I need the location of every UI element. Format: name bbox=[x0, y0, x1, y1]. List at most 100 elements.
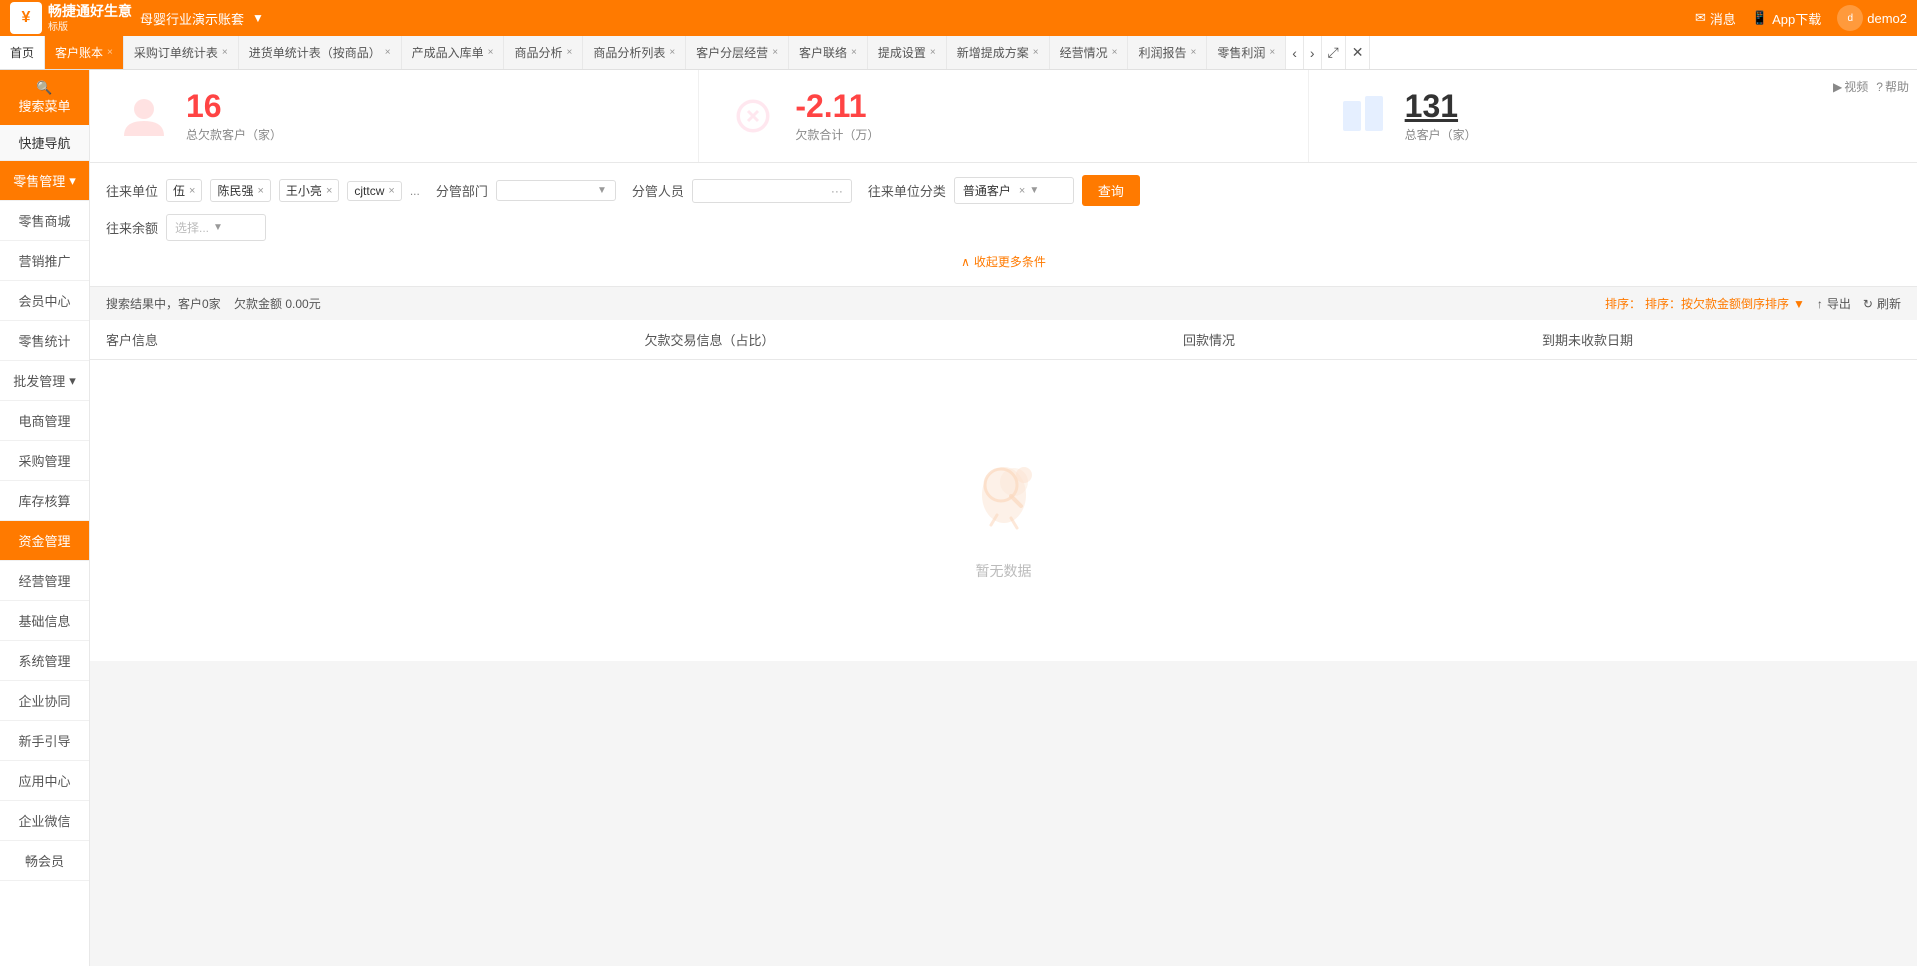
unit-type-clear[interactable]: × bbox=[1019, 185, 1025, 197]
tab-home[interactable]: 首页 bbox=[0, 36, 45, 70]
sidebar-item-retail-mall[interactable]: 零售商城 bbox=[0, 201, 89, 241]
sidebar-item-purchase[interactable]: 采购管理 bbox=[0, 441, 89, 481]
refresh-btn[interactable]: ↻ 刷新 bbox=[1863, 295, 1901, 312]
unit-type-arrow: ▼ bbox=[1029, 185, 1039, 196]
tag-wang-remove[interactable]: × bbox=[326, 185, 332, 197]
unit-type-select[interactable]: 普通客户 × ▼ bbox=[954, 177, 1074, 204]
sidebar-item-enterprise[interactable]: 企业协同 bbox=[0, 681, 89, 721]
tab-close-promotion-settings[interactable]: × bbox=[930, 47, 936, 58]
sidebar-quick-nav[interactable]: 快捷导航 bbox=[0, 125, 89, 161]
dept-filter-select[interactable]: ▼ bbox=[496, 180, 616, 201]
logo-area: ¥ 畅捷通好生意 标版 bbox=[10, 2, 132, 34]
tab-promotion-settings[interactable]: 提成设置 × bbox=[868, 36, 947, 70]
tab-close-purchase-stats[interactable]: × bbox=[385, 47, 391, 58]
tab-close-customer-layer[interactable]: × bbox=[772, 47, 778, 58]
tab-business-status[interactable]: 经营情况 × bbox=[1050, 36, 1129, 70]
sidebar-item-finance[interactable]: 资金管理 bbox=[0, 521, 89, 561]
sidebar-item-retail-stats[interactable]: 零售统计 bbox=[0, 321, 89, 361]
video-link[interactable]: ▶ 视频 bbox=[1833, 78, 1868, 95]
account-dropdown[interactable]: 母婴行业演示账套 bbox=[140, 9, 244, 28]
sidebar-item-enterprise-wechat[interactable]: 企业微信 bbox=[0, 801, 89, 841]
tab-close-all[interactable]: ✕ bbox=[1346, 36, 1371, 70]
tab-close-retail-profit[interactable]: × bbox=[1269, 47, 1275, 58]
app-download-btn[interactable]: 📱 App下载 bbox=[1752, 9, 1821, 28]
logo-text: 畅捷通好生意 标版 bbox=[48, 2, 132, 33]
collapse-btn[interactable]: ∧ 收起更多条件 bbox=[961, 253, 1046, 270]
tag-chen[interactable]: 陈民强 × bbox=[210, 179, 270, 202]
sidebar-item-retail-label: 零售管理 bbox=[13, 171, 65, 190]
staff-input-more[interactable]: ··· bbox=[831, 184, 843, 198]
user-menu[interactable]: d demo2 bbox=[1837, 5, 1907, 31]
tab-close-business-status[interactable]: × bbox=[1112, 47, 1118, 58]
tab-close-goods-analysis[interactable]: × bbox=[566, 47, 572, 58]
question-icon: ? bbox=[1876, 80, 1883, 94]
staff-filter-label: 分管人员 bbox=[632, 181, 684, 200]
sidebar-search[interactable]: 🔍 搜索菜单 bbox=[0, 70, 89, 125]
tab-produce-in[interactable]: 产成品入库单 × bbox=[402, 36, 505, 70]
chevron-down-icon: ▾ bbox=[69, 173, 76, 189]
sidebar-item-retail[interactable]: 零售管理 ▾ bbox=[0, 161, 89, 201]
sidebar-item-member[interactable]: 会员中心 bbox=[0, 281, 89, 321]
tag-chen-remove[interactable]: × bbox=[257, 185, 263, 197]
sidebar-item-newbie[interactable]: 新手引导 bbox=[0, 721, 89, 761]
tag-wang[interactable]: 王小亮 × bbox=[279, 179, 339, 202]
tag-cjttcw[interactable]: cjttcw × bbox=[347, 181, 401, 201]
tab-purchase-order[interactable]: 采购订单统计表 × bbox=[124, 36, 239, 70]
unit-type-selected: 普通客户 bbox=[963, 182, 1011, 199]
tab-close-produce-in[interactable]: × bbox=[488, 47, 494, 58]
help-link[interactable]: ? 帮助 bbox=[1876, 78, 1909, 95]
tab-close-purchase-order[interactable]: × bbox=[222, 47, 228, 58]
filter-area: 往来单位 伍 × 陈民强 × 王小亮 × cjttcw × ... bbox=[90, 163, 1917, 287]
sidebar-item-system[interactable]: 系统管理 bbox=[0, 641, 89, 681]
sidebar-item-business-mgmt[interactable]: 经营管理 bbox=[0, 561, 89, 601]
top-bar-right: ✉ 消息 📱 App下载 d demo2 bbox=[1695, 5, 1907, 31]
tab-close-customer-capital[interactable]: × bbox=[107, 47, 113, 58]
tab-close-customer-contact[interactable]: × bbox=[851, 47, 857, 58]
tab-new-promotion[interactable]: 新增提成方案 × bbox=[947, 36, 1050, 70]
tag-wu-remove[interactable]: × bbox=[189, 185, 195, 197]
sort-select[interactable]: 排序： 排序：按欠款金额倒序排序 ▼ bbox=[1605, 295, 1805, 312]
tab-profit-report[interactable]: 利润报告 × bbox=[1128, 36, 1207, 70]
balance-select[interactable]: 选择... ▼ bbox=[166, 214, 266, 241]
sidebar-item-ecommerce[interactable]: 电商管理 bbox=[0, 401, 89, 441]
sidebar-item-inventory[interactable]: 库存核算 bbox=[0, 481, 89, 521]
tab-retail-profit[interactable]: 零售利润× bbox=[1207, 36, 1286, 70]
tab-customer-contact[interactable]: 客户联络 × bbox=[789, 36, 868, 70]
staff-filter-input[interactable]: ··· bbox=[692, 179, 852, 203]
tag-cjttcw-remove[interactable]: × bbox=[388, 185, 394, 197]
account-dropdown-arrow[interactable]: ▼ bbox=[252, 11, 264, 25]
sidebar-item-basic-info[interactable]: 基础信息 bbox=[0, 601, 89, 641]
message-btn[interactable]: ✉ 消息 bbox=[1695, 9, 1736, 28]
sidebar-search-label[interactable]: 搜索菜单 bbox=[0, 96, 89, 115]
sidebar-item-wholesale[interactable]: 批发管理 ▾ bbox=[0, 361, 89, 401]
sort-label: 排序： bbox=[1605, 295, 1641, 312]
tab-restore[interactable]: ⤢ bbox=[1322, 36, 1346, 70]
balance-placeholder: 选择... bbox=[175, 219, 209, 236]
tab-goods-analysis[interactable]: 商品分析 × bbox=[504, 36, 583, 70]
result-amount: 欠款金额 0.00元 bbox=[234, 297, 321, 311]
empty-icon bbox=[959, 440, 1049, 549]
tab-close-profit-report[interactable]: × bbox=[1190, 47, 1196, 58]
tab-goods-analysis-list[interactable]: 商品分析列表 × bbox=[583, 36, 686, 70]
export-btn[interactable]: ↑ 导出 bbox=[1817, 295, 1851, 312]
logo-symbol: ¥ bbox=[22, 9, 31, 27]
table-header: 客户信息 欠款交易信息（占比） 回款情况 到期未收款日期 bbox=[90, 320, 1917, 360]
tab-purchase-stats[interactable]: 进货单统计表（按商品）× bbox=[239, 36, 402, 70]
sidebar-item-app-center[interactable]: 应用中心 bbox=[0, 761, 89, 801]
stat-label-overdue-customers: 总欠款客户（家） bbox=[186, 126, 674, 143]
stats-row: 16 总欠款客户（家） -2.11 欠款合计（万） bbox=[90, 70, 1917, 163]
tab-nav-next[interactable]: › bbox=[1304, 36, 1322, 70]
filter-more-tags[interactable]: ... bbox=[410, 184, 420, 198]
export-icon: ↑ bbox=[1817, 297, 1823, 311]
tab-customer-layer[interactable]: 客户分层经营 × bbox=[686, 36, 789, 70]
tab-customer-capital[interactable]: 客户账本 × bbox=[45, 36, 124, 70]
sidebar-item-vip[interactable]: 畅会员 bbox=[0, 841, 89, 881]
stat-icon-total bbox=[1333, 86, 1393, 146]
sidebar-item-marketing[interactable]: 营销推广 bbox=[0, 241, 89, 281]
tab-close-goods-analysis-list[interactable]: × bbox=[669, 47, 675, 58]
search-button[interactable]: 查询 bbox=[1082, 175, 1140, 206]
tab-nav-prev[interactable]: ‹ bbox=[1286, 36, 1304, 70]
tab-close-new-promotion[interactable]: × bbox=[1033, 47, 1039, 58]
tag-wu[interactable]: 伍 × bbox=[166, 179, 202, 202]
empty-label: 暂无数据 bbox=[976, 561, 1032, 581]
